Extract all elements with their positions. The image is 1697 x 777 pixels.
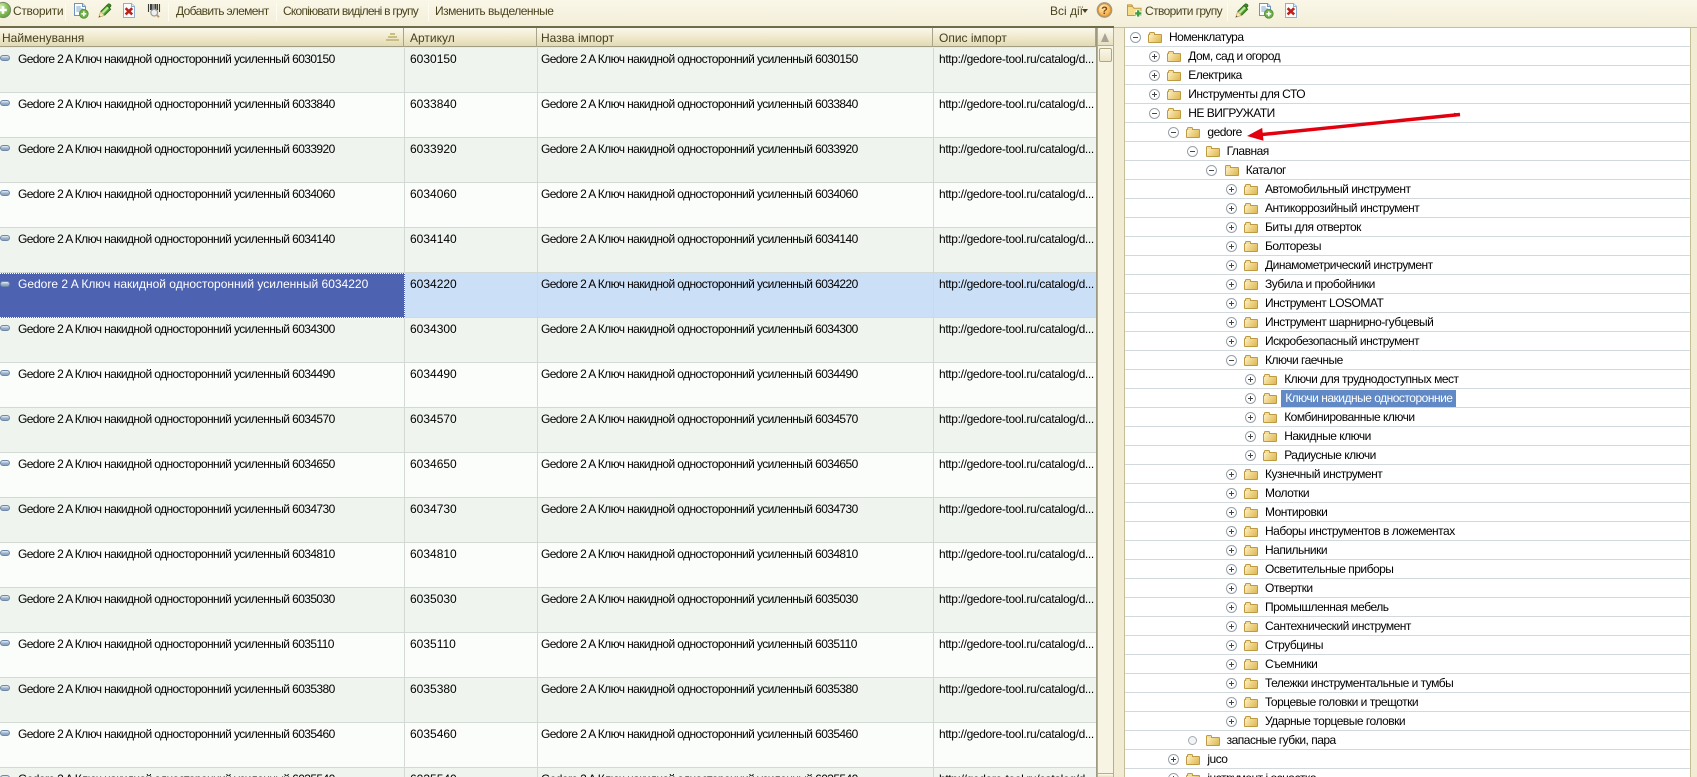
svg-text:?: ? (1101, 5, 1108, 17)
